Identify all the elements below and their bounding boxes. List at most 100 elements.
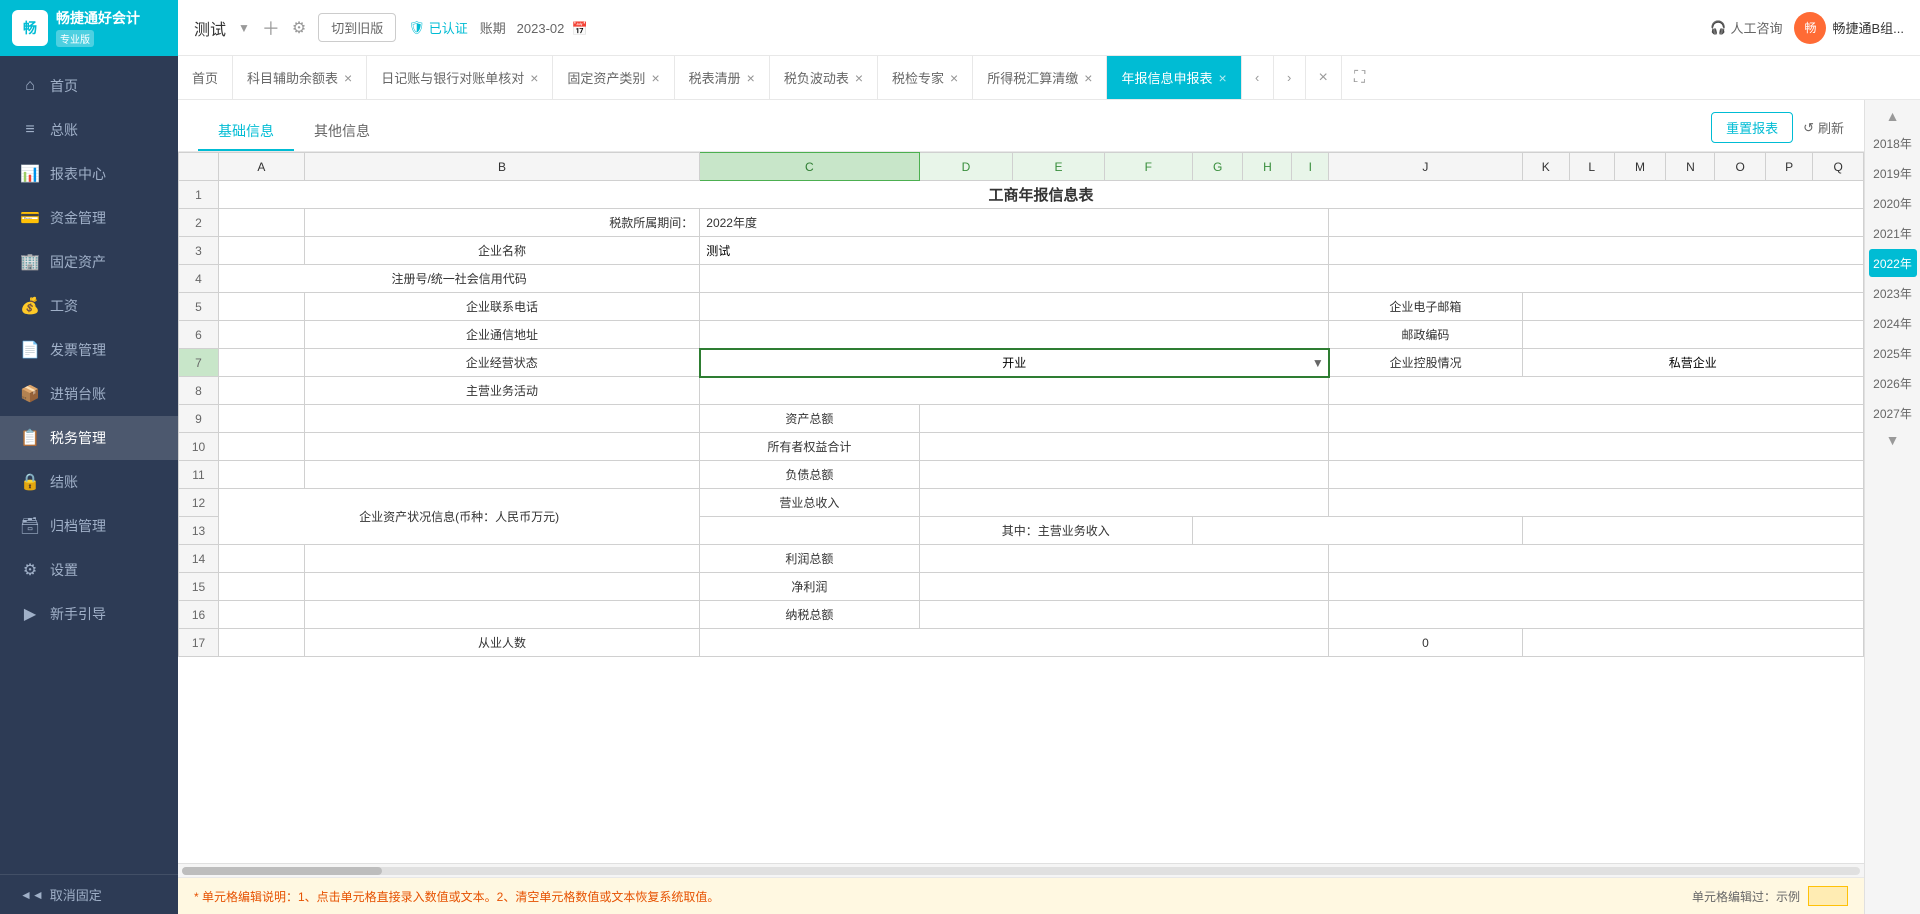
col-header-K[interactable]: K bbox=[1522, 153, 1569, 181]
col-header-O[interactable]: O bbox=[1715, 153, 1765, 181]
tab-close-annual-report[interactable]: × bbox=[1218, 70, 1226, 86]
year-item-2023[interactable]: 2023年 bbox=[1869, 279, 1917, 307]
cell-7K[interactable]: 私营企业 bbox=[1522, 349, 1863, 377]
topbar-dropdown-icon[interactable]: ▼ bbox=[238, 21, 250, 35]
sidebar-item-finance[interactable]: 💳 资金管理 bbox=[0, 196, 178, 240]
horizontal-scrollbar[interactable] bbox=[178, 863, 1864, 877]
year-item-2022[interactable]: 2022年 bbox=[1869, 249, 1917, 277]
tab-close-tax-wave[interactable]: × bbox=[855, 70, 863, 86]
subtab-other[interactable]: 其他信息 bbox=[294, 113, 390, 151]
col-header-A[interactable]: A bbox=[219, 153, 305, 181]
col-header-G[interactable]: G bbox=[1192, 153, 1242, 181]
title-cell[interactable]: 工商年报信息表 bbox=[219, 181, 1864, 209]
col-header-J[interactable]: J bbox=[1329, 153, 1522, 181]
sidebar-item-archive[interactable]: 🗃 归档管理 bbox=[0, 504, 178, 548]
col-header-D[interactable]: D bbox=[919, 153, 1013, 181]
tab-tax-wave[interactable]: 税负波动表 × bbox=[770, 56, 878, 99]
tab-aux-balance[interactable]: 科目辅助余额表 × bbox=[233, 56, 367, 99]
cell-7C[interactable]: 开业 ▼ bbox=[700, 349, 1329, 377]
cell-14C[interactable]: 利润总额 bbox=[700, 545, 919, 573]
tab-home[interactable]: 首页 bbox=[178, 56, 233, 99]
sidebar-item-home[interactable]: ⌂ 首页 bbox=[0, 64, 178, 108]
cell-10C[interactable]: 所有者权益合计 bbox=[700, 433, 919, 461]
tab-bank-reconcile[interactable]: 日记账与银行对账单核对 × bbox=[367, 56, 553, 99]
sidebar-item-close[interactable]: 🔒 结账 bbox=[0, 460, 178, 504]
tab-close-all-btn[interactable]: × bbox=[1306, 56, 1342, 99]
cell-6J[interactable]: 邮政编码 bbox=[1329, 321, 1522, 349]
spreadsheet-container[interactable]: A B C D E F G H I J K L M bbox=[178, 152, 1864, 863]
cell-8C[interactable] bbox=[700, 377, 1329, 405]
col-header-L[interactable]: L bbox=[1570, 153, 1614, 181]
topbar-settings-btn[interactable]: ⚙ bbox=[292, 18, 306, 38]
tab-expand-btn[interactable]: ⛶ bbox=[1342, 56, 1378, 99]
col-header-Q[interactable]: Q bbox=[1813, 153, 1864, 181]
tab-close-aux-balance[interactable]: × bbox=[344, 70, 352, 86]
cell-5J[interactable]: 企业电子邮箱 bbox=[1329, 293, 1522, 321]
col-header-P[interactable]: P bbox=[1765, 153, 1812, 181]
tab-annual-report[interactable]: 年报信息申报表 × bbox=[1107, 56, 1241, 99]
tab-tax-expert[interactable]: 税检专家 × bbox=[878, 56, 973, 99]
col-header-E[interactable]: E bbox=[1013, 153, 1104, 181]
cell-4C[interactable] bbox=[700, 265, 1329, 293]
year-item-2025[interactable]: 2025年 bbox=[1869, 339, 1917, 367]
year-up-btn[interactable]: ▲ bbox=[1873, 104, 1913, 128]
year-item-2027[interactable]: 2027年 bbox=[1869, 399, 1917, 427]
cell-9C[interactable]: 资产总额 bbox=[700, 405, 919, 433]
cell-8B[interactable]: 主营业务活动 bbox=[304, 377, 700, 405]
sidebar-item-invoice[interactable]: 📄 发票管理 bbox=[0, 328, 178, 372]
col-header-B[interactable]: B bbox=[304, 153, 700, 181]
user-menu[interactable]: 畅 畅捷通B组... bbox=[1794, 12, 1904, 44]
year-down-btn[interactable]: ▼ bbox=[1873, 428, 1913, 452]
topbar-add-btn[interactable]: ＋ bbox=[262, 15, 280, 41]
col-header-F[interactable]: F bbox=[1104, 153, 1192, 181]
cell-17B[interactable]: 从业人数 bbox=[304, 629, 700, 657]
cell-9D[interactable] bbox=[919, 405, 1329, 433]
subtab-basic[interactable]: 基础信息 bbox=[198, 113, 294, 151]
col-header-H[interactable]: H bbox=[1243, 153, 1292, 181]
tab-close-tax-expert[interactable]: × bbox=[950, 70, 958, 86]
tab-tax-clear[interactable]: 税表清册 × bbox=[675, 56, 770, 99]
cell-2B[interactable]: 税款所属期间： bbox=[304, 209, 700, 237]
cell-3B[interactable]: 企业名称 bbox=[304, 237, 700, 265]
cell-6B[interactable]: 企业通信地址 bbox=[304, 321, 700, 349]
year-item-2018[interactable]: 2018年 bbox=[1869, 129, 1917, 157]
cell-6C[interactable] bbox=[700, 321, 1329, 349]
tab-close-income-tax[interactable]: × bbox=[1084, 70, 1092, 86]
cell-7B[interactable]: 企业经营状态 bbox=[304, 349, 700, 377]
cell-3C[interactable]: 测试 bbox=[700, 237, 1329, 265]
sidebar-item-salary[interactable]: 💰 工资 bbox=[0, 284, 178, 328]
sidebar-item-assets[interactable]: 🏢 固定资产 bbox=[0, 240, 178, 284]
tab-prev-btn[interactable]: ‹ bbox=[1242, 56, 1274, 99]
switch-version-button[interactable]: 切到旧版 bbox=[318, 13, 396, 42]
sidebar-item-reports[interactable]: 📊 报表中心 bbox=[0, 152, 178, 196]
cell-13D[interactable]: 其中：主营业务收入 bbox=[919, 517, 1192, 545]
sidebar-item-ledger[interactable]: ≡ 总账 bbox=[0, 108, 178, 152]
sidebar-item-settings[interactable]: ⚙ 设置 bbox=[0, 548, 178, 592]
sidebar-item-guide[interactable]: ▶ 新手引导 bbox=[0, 592, 178, 636]
cell-5B[interactable]: 企业联系电话 bbox=[304, 293, 700, 321]
sidebar-collapse-btn[interactable]: ◄◄ 取消固定 bbox=[0, 874, 178, 914]
year-item-2026[interactable]: 2026年 bbox=[1869, 369, 1917, 397]
year-item-2024[interactable]: 2024年 bbox=[1869, 309, 1917, 337]
sidebar-item-purchase[interactable]: 📦 进销台账 bbox=[0, 372, 178, 416]
cell-12AB[interactable]: 企业资产状况信息(币种：人民币万元) bbox=[219, 489, 700, 545]
hscroll-thumb[interactable] bbox=[182, 867, 382, 875]
cell-5C[interactable] bbox=[700, 293, 1329, 321]
tab-close-fixed-assets-cat[interactable]: × bbox=[651, 70, 659, 86]
tab-close-tax-clear[interactable]: × bbox=[747, 70, 755, 86]
cell-17J[interactable]: 0 bbox=[1329, 629, 1522, 657]
tab-next-btn[interactable]: › bbox=[1274, 56, 1306, 99]
sidebar-item-tax[interactable]: 📋 税务管理 bbox=[0, 416, 178, 460]
col-header-N[interactable]: N bbox=[1666, 153, 1715, 181]
year-item-2021[interactable]: 2021年 bbox=[1869, 219, 1917, 247]
cell-2C[interactable]: 2022年度 bbox=[700, 209, 1329, 237]
cell-15C[interactable]: 净利润 bbox=[700, 573, 919, 601]
cell-12C[interactable]: 营业总收入 bbox=[700, 489, 919, 517]
cell-7J[interactable]: 企业控股情况 bbox=[1329, 349, 1522, 377]
tab-income-tax[interactable]: 所得税汇算清缴 × bbox=[973, 56, 1107, 99]
tab-close-bank-reconcile[interactable]: × bbox=[530, 70, 538, 86]
cell-11C[interactable]: 负债总额 bbox=[700, 461, 919, 489]
col-header-I[interactable]: I bbox=[1292, 153, 1329, 181]
support-btn[interactable]: 🎧 人工咨询 bbox=[1710, 18, 1782, 37]
col-header-M[interactable]: M bbox=[1614, 153, 1666, 181]
